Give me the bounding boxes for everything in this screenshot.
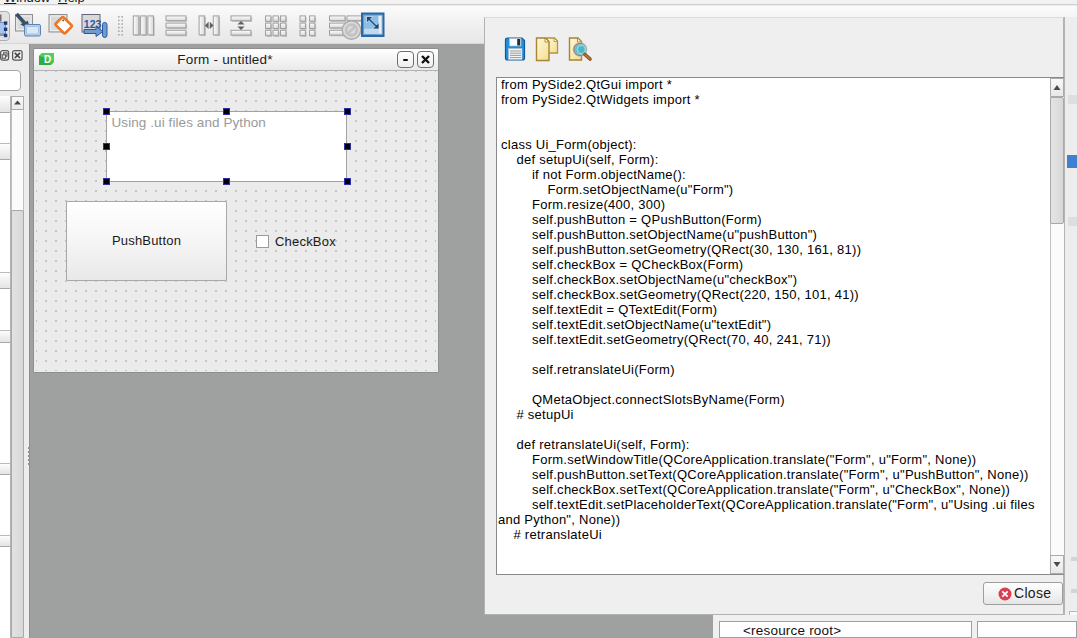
svg-text:123: 123 [84, 18, 102, 30]
